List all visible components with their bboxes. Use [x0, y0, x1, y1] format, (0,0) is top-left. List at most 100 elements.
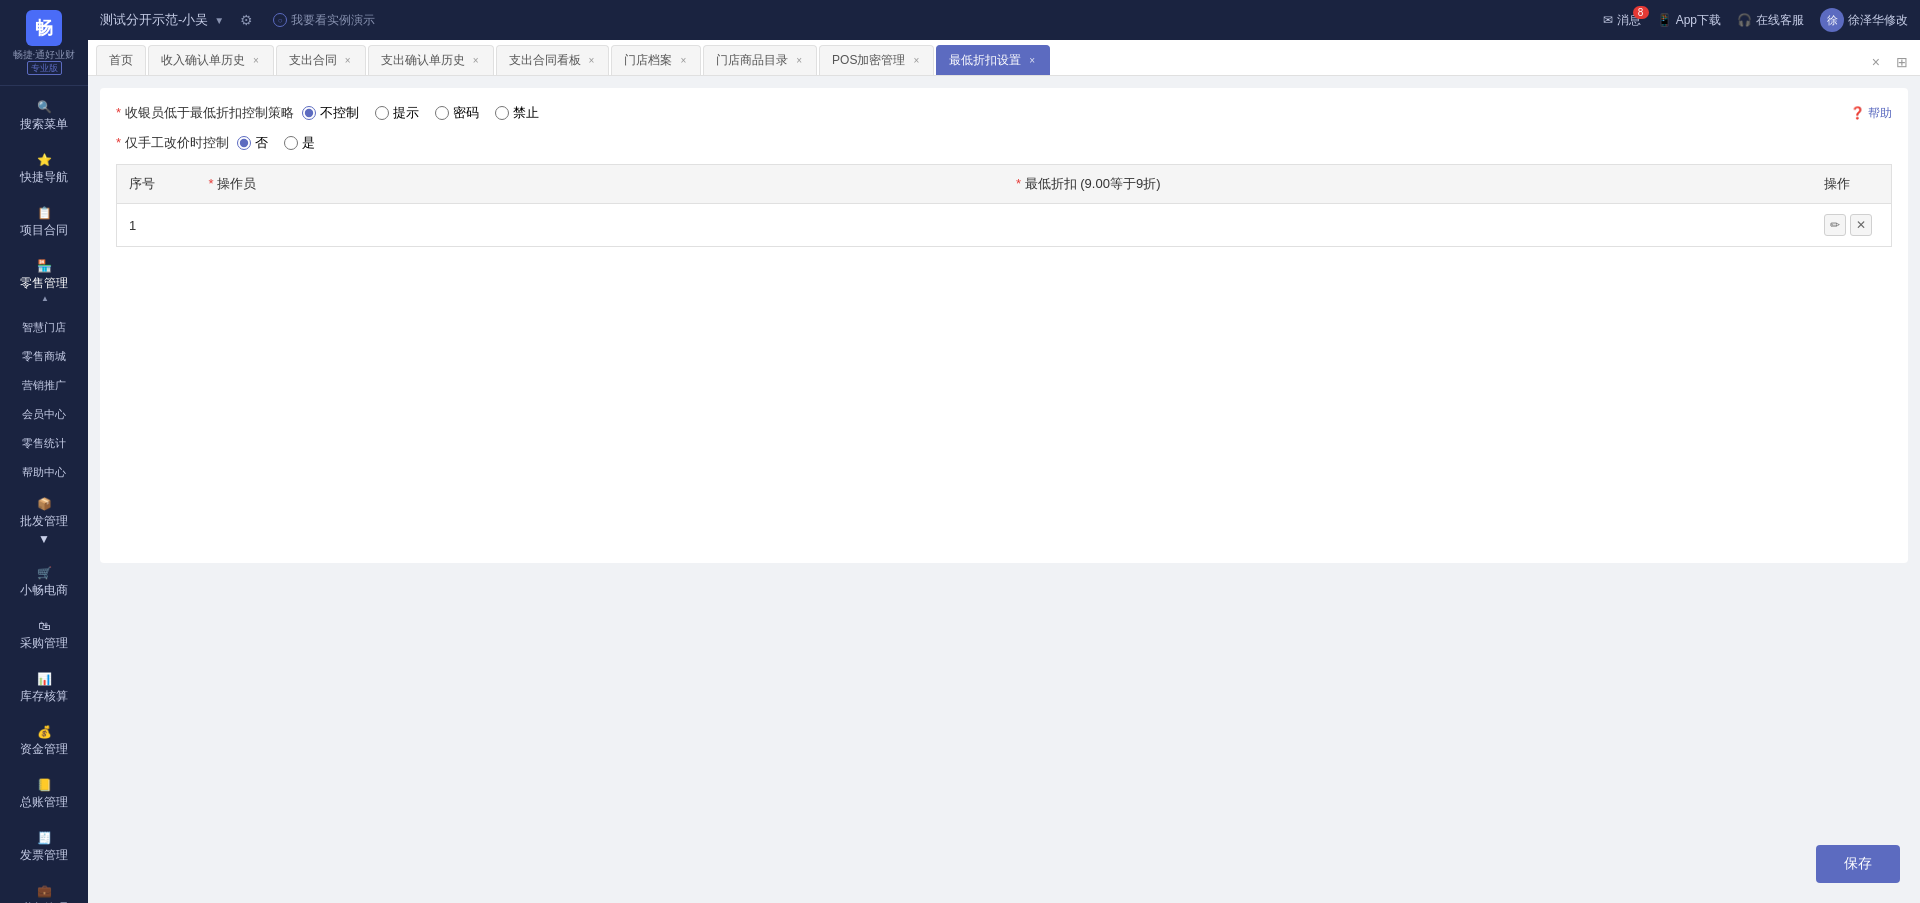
sidebar-item-wholesale[interactable]: 📦 批发管理 [0, 487, 88, 556]
inventory-icon: 📊 [37, 672, 52, 686]
cell-min-discount[interactable] [1004, 204, 1812, 247]
min-discount-input[interactable] [1016, 218, 1800, 233]
empty-table-area [116, 247, 1892, 547]
radio-forbid-input[interactable] [495, 106, 509, 120]
tab-pay-board[interactable]: 支出合同看板 × [496, 45, 610, 75]
user-menu[interactable]: 徐 徐泽华修改 [1820, 8, 1908, 32]
sidebar-item-member[interactable]: 会员中心 [0, 400, 88, 429]
help-link[interactable]: ❓ 帮助 [1850, 105, 1892, 122]
sidebar-item-capital[interactable]: 💰 资金管理 [0, 715, 88, 768]
cell-actions: ✏ ✕ [1812, 204, 1892, 247]
invoice-icon: 🧾 [37, 831, 52, 845]
tab-pay-confirm[interactable]: 支出确认单历史 × [368, 45, 494, 75]
tab-close-pay-confirm[interactable]: × [471, 54, 481, 67]
radio-no[interactable]: 否 [237, 134, 268, 152]
retail-icon: 🏪 [37, 259, 52, 273]
wholesale-icon: 📦 [37, 497, 52, 511]
tab-close-store-file[interactable]: × [678, 54, 688, 67]
tab-pos-manage[interactable]: POS加密管理 × [819, 45, 934, 75]
sidebar-item-purchase[interactable]: 🛍 采购管理 [0, 609, 88, 662]
search-icon: 🔍 [37, 100, 52, 114]
support-button[interactable]: 🎧 在线客服 [1737, 12, 1804, 29]
tab-close-store-goods[interactable]: × [794, 54, 804, 67]
radio-no-control-input[interactable] [302, 106, 316, 120]
tab-close-pos-manage[interactable]: × [911, 54, 921, 67]
sidebar-item-retail-stat[interactable]: 零售统计 [0, 429, 88, 458]
sidebar-item-tax[interactable]: 💼 税务管理 [0, 874, 88, 903]
sidebar-item-search[interactable]: 🔍 搜索菜单 [0, 90, 88, 143]
manual-radio-group: 否 是 [237, 134, 315, 152]
table-header-row: 序号 操作员 最低折扣 (9.00等于9折) 操作 [117, 165, 1892, 204]
cell-operator[interactable] [197, 204, 1005, 247]
tab-income-confirm[interactable]: 收入确认单历史 × [148, 45, 274, 75]
sidebar-item-retail[interactable]: 🏪 零售管理 [0, 249, 88, 313]
tax-icon: 💼 [37, 884, 52, 898]
app-download-button[interactable]: 📱 App下载 [1657, 12, 1721, 29]
col-actions: 操作 [1812, 165, 1892, 204]
project-selector[interactable]: 测试分开示范-小吴 ▼ [100, 11, 224, 29]
shortcut-icon: ⭐ [37, 153, 52, 167]
message-button[interactable]: ✉ 消息 8 [1603, 12, 1641, 29]
page-content: 收银员低于最低折扣控制策略 不控制 提示 密码 [88, 76, 1920, 903]
tab-close-income-confirm[interactable]: × [251, 54, 261, 67]
operator-input[interactable] [209, 218, 993, 233]
message-icon: ✉ [1603, 13, 1613, 27]
sidebar-item-help[interactable]: 帮助中心 [0, 458, 88, 487]
tab-close-all-button[interactable]: × [1868, 52, 1884, 72]
radio-password[interactable]: 密码 [435, 104, 479, 122]
tab-close-min-discount[interactable]: × [1027, 54, 1037, 67]
tab-min-discount[interactable]: 最低折扣设置 × [936, 45, 1050, 75]
action-icons-group: ✏ ✕ [1824, 214, 1880, 236]
tab-home[interactable]: 首页 [96, 45, 146, 75]
tab-store-file[interactable]: 门店档案 × [611, 45, 701, 75]
sidebar-item-contract[interactable]: 📋 项目合同 [0, 196, 88, 249]
strategy-radio-group: 不控制 提示 密码 禁止 [302, 104, 539, 122]
tab-close-pay-board[interactable]: × [587, 54, 597, 67]
radio-yes[interactable]: 是 [284, 134, 315, 152]
sidebar: 畅 畅捷·通好业财专业版 🔍 搜索菜单 ⭐ 快捷导航 📋 项目合同 🏪 零售管理… [0, 0, 88, 903]
edit-row-button[interactable]: ✏ [1824, 214, 1846, 236]
radio-hint[interactable]: 提示 [375, 104, 419, 122]
topbar: 测试分开示范-小吴 ▼ ⚙ ○ 我要看实例演示 ✉ 消息 8 📱 App下载 🎧… [88, 0, 1920, 40]
settings-card: 收银员低于最低折扣控制策略 不控制 提示 密码 [100, 88, 1908, 563]
save-button[interactable]: 保存 [1816, 845, 1900, 883]
demo-link[interactable]: ○ 我要看实例演示 [273, 12, 375, 29]
cell-seq: 1 [117, 204, 197, 247]
sidebar-item-smart-store[interactable]: 智慧门店 [0, 313, 88, 342]
sidebar-item-invoice[interactable]: 🧾 发票管理 [0, 821, 88, 874]
sidebar-logo: 畅 畅捷·通好业财专业版 [0, 0, 88, 86]
topbar-gear-icon[interactable]: ⚙ [240, 12, 253, 28]
help-icon: ❓ [1850, 106, 1865, 120]
radio-forbid[interactable]: 禁止 [495, 104, 539, 122]
sidebar-item-marketing[interactable]: 营销推广 [0, 371, 88, 400]
tab-store-goods[interactable]: 门店商品目录 × [703, 45, 817, 75]
tab-pay-contract[interactable]: 支出合同 × [276, 45, 366, 75]
radio-password-input[interactable] [435, 106, 449, 120]
col-operator: 操作员 [197, 165, 1005, 204]
logo-text: 畅捷·通好业财专业版 [13, 48, 76, 75]
app-icon: 📱 [1657, 13, 1672, 27]
radio-no-input[interactable] [237, 136, 251, 150]
sidebar-item-shortcut[interactable]: ⭐ 快捷导航 [0, 143, 88, 196]
radio-hint-input[interactable] [375, 106, 389, 120]
tab-menu-button[interactable]: ⊞ [1892, 52, 1912, 72]
delete-row-button[interactable]: ✕ [1850, 214, 1872, 236]
sidebar-item-ledger[interactable]: 📒 总账管理 [0, 768, 88, 821]
radio-yes-input[interactable] [284, 136, 298, 150]
edit-icon: ✏ [1830, 218, 1840, 232]
discount-table: 序号 操作员 最低折扣 (9.00等于9折) 操作 [116, 164, 1892, 247]
tabs-bar: 首页 收入确认单历史 × 支出合同 × 支出确认单历史 × 支出合同看板 × 门… [88, 40, 1920, 76]
contract-icon: 📋 [37, 206, 52, 220]
main-area: 测试分开示范-小吴 ▼ ⚙ ○ 我要看实例演示 ✉ 消息 8 📱 App下载 🎧… [88, 0, 1920, 903]
radio-no-control[interactable]: 不控制 [302, 104, 359, 122]
manual-label: 仅手工改价时控制 [116, 134, 229, 152]
delete-icon: ✕ [1856, 218, 1866, 232]
capital-icon: 💰 [37, 725, 52, 739]
tabs-right-controls: × ⊞ [1868, 52, 1912, 75]
sidebar-item-mall[interactable]: 零售商城 [0, 342, 88, 371]
sidebar-item-ecommerce[interactable]: 🛒 小畅电商 [0, 556, 88, 609]
logo-icon: 畅 [26, 10, 62, 46]
sidebar-item-inventory[interactable]: 📊 库存核算 [0, 662, 88, 715]
topbar-right: ✉ 消息 8 📱 App下载 🎧 在线客服 徐 徐泽华修改 [1603, 8, 1908, 32]
tab-close-pay-contract[interactable]: × [343, 54, 353, 67]
